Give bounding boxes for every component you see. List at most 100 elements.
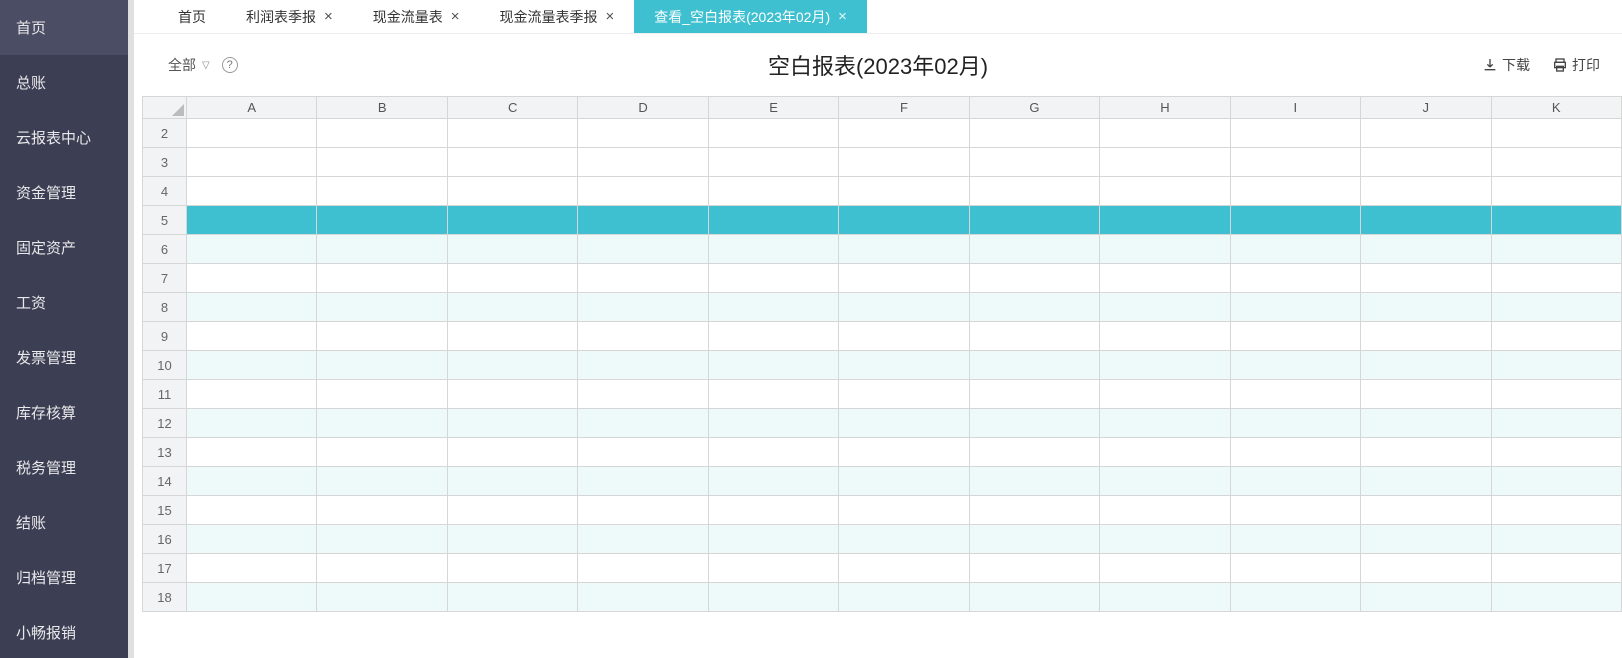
cell-J5[interactable] xyxy=(1361,206,1491,235)
tab-1[interactable]: 利润表季报× xyxy=(226,0,353,33)
cell-F17[interactable] xyxy=(839,554,969,583)
col-header-E[interactable]: E xyxy=(708,97,838,119)
cell-D4[interactable] xyxy=(578,177,708,206)
cell-G18[interactable] xyxy=(969,583,1099,612)
cell-J18[interactable] xyxy=(1361,583,1491,612)
sidebar-item-2[interactable]: 云报表中心 xyxy=(0,110,128,165)
cell-H15[interactable] xyxy=(1100,496,1230,525)
sidebar-item-4[interactable]: 固定资产 xyxy=(0,220,128,275)
cell-B7[interactable] xyxy=(317,264,447,293)
cell-K9[interactable] xyxy=(1491,322,1621,351)
cell-F18[interactable] xyxy=(839,583,969,612)
cell-F16[interactable] xyxy=(839,525,969,554)
cell-C2[interactable] xyxy=(447,119,577,148)
cell-B3[interactable] xyxy=(317,148,447,177)
cell-H8[interactable] xyxy=(1100,293,1230,322)
sidebar-item-1[interactable]: 总账 xyxy=(0,55,128,110)
cell-A7[interactable] xyxy=(187,264,317,293)
cell-J12[interactable] xyxy=(1361,409,1491,438)
sidebar-item-7[interactable]: 库存核算 xyxy=(0,385,128,440)
cell-G8[interactable] xyxy=(969,293,1099,322)
sidebar-item-3[interactable]: 资金管理 xyxy=(0,165,128,220)
cell-E3[interactable] xyxy=(708,148,838,177)
col-header-B[interactable]: B xyxy=(317,97,447,119)
cell-B9[interactable] xyxy=(317,322,447,351)
cell-B5[interactable] xyxy=(317,206,447,235)
cell-F12[interactable] xyxy=(839,409,969,438)
cell-H9[interactable] xyxy=(1100,322,1230,351)
cell-I15[interactable] xyxy=(1230,496,1360,525)
cell-D8[interactable] xyxy=(578,293,708,322)
cell-I18[interactable] xyxy=(1230,583,1360,612)
cell-K11[interactable] xyxy=(1491,380,1621,409)
cell-F3[interactable] xyxy=(839,148,969,177)
cell-C14[interactable] xyxy=(447,467,577,496)
cell-B6[interactable] xyxy=(317,235,447,264)
cell-J3[interactable] xyxy=(1361,148,1491,177)
cell-E14[interactable] xyxy=(708,467,838,496)
cell-G10[interactable] xyxy=(969,351,1099,380)
cell-F6[interactable] xyxy=(839,235,969,264)
cell-D15[interactable] xyxy=(578,496,708,525)
cell-H5[interactable] xyxy=(1100,206,1230,235)
cell-E15[interactable] xyxy=(708,496,838,525)
cell-G15[interactable] xyxy=(969,496,1099,525)
cell-K8[interactable] xyxy=(1491,293,1621,322)
cell-B14[interactable] xyxy=(317,467,447,496)
cell-J2[interactable] xyxy=(1361,119,1491,148)
cell-H10[interactable] xyxy=(1100,351,1230,380)
cell-G5[interactable] xyxy=(969,206,1099,235)
cell-E13[interactable] xyxy=(708,438,838,467)
cell-C7[interactable] xyxy=(447,264,577,293)
cell-H13[interactable] xyxy=(1100,438,1230,467)
cell-D16[interactable] xyxy=(578,525,708,554)
cell-C4[interactable] xyxy=(447,177,577,206)
cell-A18[interactable] xyxy=(187,583,317,612)
cell-A11[interactable] xyxy=(187,380,317,409)
cell-H7[interactable] xyxy=(1100,264,1230,293)
cell-D6[interactable] xyxy=(578,235,708,264)
cell-B11[interactable] xyxy=(317,380,447,409)
cell-E5[interactable] xyxy=(708,206,838,235)
cell-D13[interactable] xyxy=(578,438,708,467)
cell-F13[interactable] xyxy=(839,438,969,467)
cell-C3[interactable] xyxy=(447,148,577,177)
sidebar-item-11[interactable]: 小畅报销 xyxy=(0,605,128,658)
cell-K14[interactable] xyxy=(1491,467,1621,496)
cell-E11[interactable] xyxy=(708,380,838,409)
cell-B2[interactable] xyxy=(317,119,447,148)
cell-A9[interactable] xyxy=(187,322,317,351)
cell-A13[interactable] xyxy=(187,438,317,467)
cell-C5[interactable] xyxy=(447,206,577,235)
sheet-corner[interactable] xyxy=(143,97,187,119)
cell-B8[interactable] xyxy=(317,293,447,322)
cell-K16[interactable] xyxy=(1491,525,1621,554)
sidebar-item-9[interactable]: 结账 xyxy=(0,495,128,550)
cell-H4[interactable] xyxy=(1100,177,1230,206)
cell-E2[interactable] xyxy=(708,119,838,148)
cell-B17[interactable] xyxy=(317,554,447,583)
cell-J13[interactable] xyxy=(1361,438,1491,467)
cell-D3[interactable] xyxy=(578,148,708,177)
cell-I9[interactable] xyxy=(1230,322,1360,351)
close-icon[interactable]: × xyxy=(324,9,333,24)
row-header-9[interactable]: 9 xyxy=(143,322,187,351)
cell-A5[interactable] xyxy=(187,206,317,235)
row-header-15[interactable]: 15 xyxy=(143,496,187,525)
cell-K13[interactable] xyxy=(1491,438,1621,467)
cell-E6[interactable] xyxy=(708,235,838,264)
cell-D2[interactable] xyxy=(578,119,708,148)
row-header-14[interactable]: 14 xyxy=(143,467,187,496)
cell-I14[interactable] xyxy=(1230,467,1360,496)
cell-D17[interactable] xyxy=(578,554,708,583)
col-header-H[interactable]: H xyxy=(1100,97,1230,119)
cell-C8[interactable] xyxy=(447,293,577,322)
cell-I8[interactable] xyxy=(1230,293,1360,322)
cell-J15[interactable] xyxy=(1361,496,1491,525)
sidebar-item-0[interactable]: 首页 xyxy=(0,0,128,55)
tab-3[interactable]: 现金流量表季报× xyxy=(480,0,635,33)
filter-dropdown[interactable]: 全部 ▽ ? xyxy=(168,55,238,75)
cell-J16[interactable] xyxy=(1361,525,1491,554)
close-icon[interactable]: × xyxy=(451,9,460,24)
cell-A2[interactable] xyxy=(187,119,317,148)
